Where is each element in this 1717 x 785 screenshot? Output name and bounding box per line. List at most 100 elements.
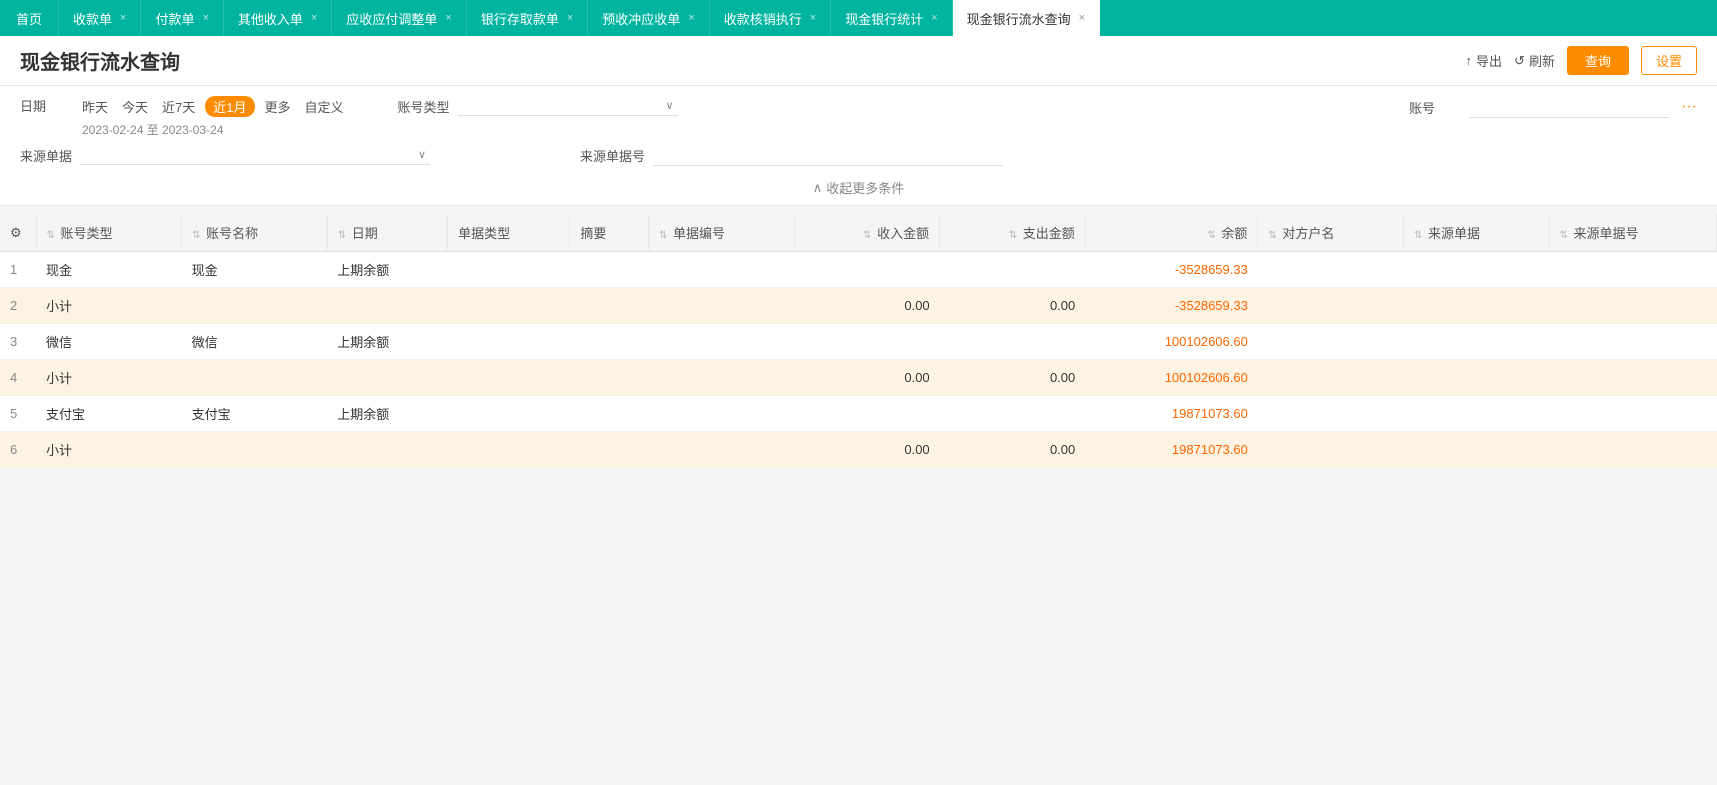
col-expense[interactable]: ⇅ 支出金额 bbox=[940, 214, 1086, 252]
account-input[interactable] bbox=[1469, 96, 1669, 118]
dots-button[interactable]: ··· bbox=[1681, 98, 1697, 116]
row-num: 6 bbox=[0, 432, 36, 468]
cell-source-doc-no bbox=[1549, 432, 1716, 468]
close-icon[interactable]: × bbox=[311, 12, 317, 24]
sort-icon: ⇅ bbox=[192, 230, 200, 241]
account-type-label: 账号类型 bbox=[398, 97, 450, 116]
nav-tab-0[interactable]: 收款单 × bbox=[59, 0, 141, 36]
nav-tab-8[interactable]: 现金银行流水查询 × bbox=[953, 0, 1100, 36]
close-icon[interactable]: × bbox=[1079, 12, 1085, 24]
col-doc-no[interactable]: ⇅ 单据编号 bbox=[648, 214, 794, 252]
recent7-btn[interactable]: 近7天 bbox=[158, 96, 199, 117]
col-balance[interactable]: ⇅ 余额 bbox=[1085, 214, 1258, 252]
cell-income: 0.00 bbox=[794, 288, 940, 324]
cell-expense bbox=[940, 252, 1086, 288]
nav-tab-5[interactable]: 预收冲应收单 × bbox=[588, 0, 709, 36]
cell-income bbox=[794, 324, 940, 360]
date-options: 昨天 今天 近7天 近1月 更多 自定义 bbox=[78, 96, 348, 117]
cell-expense: 0.00 bbox=[940, 432, 1086, 468]
top-nav: 首页 收款单 × 付款单 × 其他收入单 × 应收应付调整单 × 银行存取款单 … bbox=[0, 0, 1717, 36]
source-doc-no-input[interactable] bbox=[653, 144, 1003, 166]
sort-icon: ⇅ bbox=[1207, 230, 1215, 241]
row-num: 1 bbox=[0, 252, 36, 288]
nav-tab-2[interactable]: 其他收入单 × bbox=[224, 0, 332, 36]
close-icon[interactable]: × bbox=[120, 12, 126, 24]
table-row: 4 小计 0.00 0.00 100102606.60 bbox=[0, 360, 1717, 396]
source-doc-no-label: 来源单据号 bbox=[580, 146, 645, 165]
row-num: 5 bbox=[0, 396, 36, 432]
nav-home[interactable]: 首页 bbox=[0, 0, 59, 36]
close-icon[interactable]: × bbox=[810, 12, 816, 24]
row-num: 3 bbox=[0, 324, 36, 360]
collapse-icon: ∧ bbox=[813, 180, 823, 196]
source-doc-dropdown-arrow-icon: ∨ bbox=[418, 148, 426, 161]
page-header: 现金银行流水查询 ↑ 导出 ↺ 刷新 查询 设置 bbox=[0, 36, 1717, 86]
recent1m-btn[interactable]: 近1月 bbox=[205, 96, 254, 117]
export-button[interactable]: ↑ 导出 bbox=[1466, 51, 1503, 70]
nav-tab-4[interactable]: 银行存取款单 × bbox=[467, 0, 588, 36]
cell-expense: 0.00 bbox=[940, 288, 1086, 324]
close-icon[interactable]: × bbox=[688, 12, 694, 24]
col-source-doc-no[interactable]: ⇅ 来源单据号 bbox=[1549, 214, 1716, 252]
cell-date: 上期余额 bbox=[327, 324, 447, 360]
row-num: 2 bbox=[0, 288, 36, 324]
cell-expense bbox=[940, 324, 1086, 360]
nav-tab-6[interactable]: 收款核销执行 × bbox=[710, 0, 831, 36]
cell-account-name: 现金 bbox=[182, 252, 328, 288]
cell-account-type: 小计 bbox=[36, 288, 182, 324]
col-gear[interactable]: ⚙ bbox=[0, 214, 36, 252]
col-account-name[interactable]: ⇅ 账号名称 bbox=[182, 214, 328, 252]
cell-doc-no bbox=[648, 396, 794, 432]
cell-source-doc bbox=[1403, 396, 1549, 432]
data-table: ⚙ ⇅ 账号类型 ⇅ 账号名称 ⇅ 日期 单据类型 摘要 bbox=[0, 214, 1717, 468]
col-income[interactable]: ⇅ 收入金额 bbox=[794, 214, 940, 252]
cell-counterpart bbox=[1258, 252, 1404, 288]
cell-balance: -3528659.33 bbox=[1085, 288, 1258, 324]
row-num: 4 bbox=[0, 360, 36, 396]
col-source-doc[interactable]: ⇅ 来源单据 bbox=[1403, 214, 1549, 252]
nav-tab-1[interactable]: 付款单 × bbox=[141, 0, 223, 36]
col-date[interactable]: ⇅ 日期 bbox=[327, 214, 447, 252]
cell-summary bbox=[570, 360, 649, 396]
col-doc-type[interactable]: 单据类型 bbox=[448, 214, 570, 252]
header-actions: ↑ 导出 ↺ 刷新 查询 设置 bbox=[1466, 46, 1697, 75]
custom-btn[interactable]: 自定义 bbox=[301, 96, 348, 117]
col-counterpart[interactable]: ⇅ 对方户名 bbox=[1258, 214, 1404, 252]
cell-source-doc bbox=[1403, 360, 1549, 396]
cell-doc-no bbox=[648, 432, 794, 468]
gear-settings-icon[interactable]: ⚙ bbox=[10, 225, 22, 240]
table-row: 5 支付宝 支付宝 上期余额 19871073.60 bbox=[0, 396, 1717, 432]
close-icon[interactable]: × bbox=[202, 12, 208, 24]
cell-counterpart bbox=[1258, 432, 1404, 468]
close-icon[interactable]: × bbox=[931, 12, 937, 24]
cell-source-doc-no bbox=[1549, 288, 1716, 324]
cell-source-doc-no bbox=[1549, 360, 1716, 396]
nav-tab-7[interactable]: 现金银行统计 × bbox=[831, 0, 952, 36]
close-icon[interactable]: × bbox=[445, 12, 451, 24]
cell-summary bbox=[570, 252, 649, 288]
cell-income: 0.00 bbox=[794, 432, 940, 468]
col-account-type[interactable]: ⇅ 账号类型 bbox=[36, 214, 182, 252]
nav-tab-3[interactable]: 应收应付调整单 × bbox=[332, 0, 466, 36]
cell-account-type: 微信 bbox=[36, 324, 182, 360]
source-doc-dropdown[interactable]: ∨ bbox=[80, 145, 430, 165]
collapse-bar[interactable]: ∧ 收起更多条件 bbox=[0, 174, 1717, 206]
source-filter-row: 来源单据 ∨ 来源单据号 bbox=[0, 144, 1717, 174]
col-summary[interactable]: 摘要 bbox=[570, 214, 649, 252]
export-icon: ↑ bbox=[1466, 53, 1473, 68]
cell-balance: 19871073.60 bbox=[1085, 396, 1258, 432]
more-btn[interactable]: 更多 bbox=[261, 96, 295, 117]
query-button[interactable]: 查询 bbox=[1567, 46, 1629, 75]
sort-icon: ⇅ bbox=[338, 230, 346, 241]
refresh-button[interactable]: ↺ 刷新 bbox=[1514, 51, 1555, 70]
date-filter-row: 日期 昨天 今天 近7天 近1月 更多 自定义 2023-02-24 至 202… bbox=[0, 86, 1717, 144]
settings-button[interactable]: 设置 bbox=[1641, 46, 1697, 75]
close-icon[interactable]: × bbox=[567, 12, 573, 24]
cell-counterpart bbox=[1258, 324, 1404, 360]
source-doc-label: 来源单据 bbox=[20, 146, 72, 165]
account-type-dropdown[interactable]: ∨ bbox=[458, 96, 678, 116]
today-btn[interactable]: 今天 bbox=[118, 96, 152, 117]
yesterday-btn[interactable]: 昨天 bbox=[78, 96, 112, 117]
sort-icon: ⇅ bbox=[47, 230, 55, 241]
cell-account-type: 小计 bbox=[36, 432, 182, 468]
